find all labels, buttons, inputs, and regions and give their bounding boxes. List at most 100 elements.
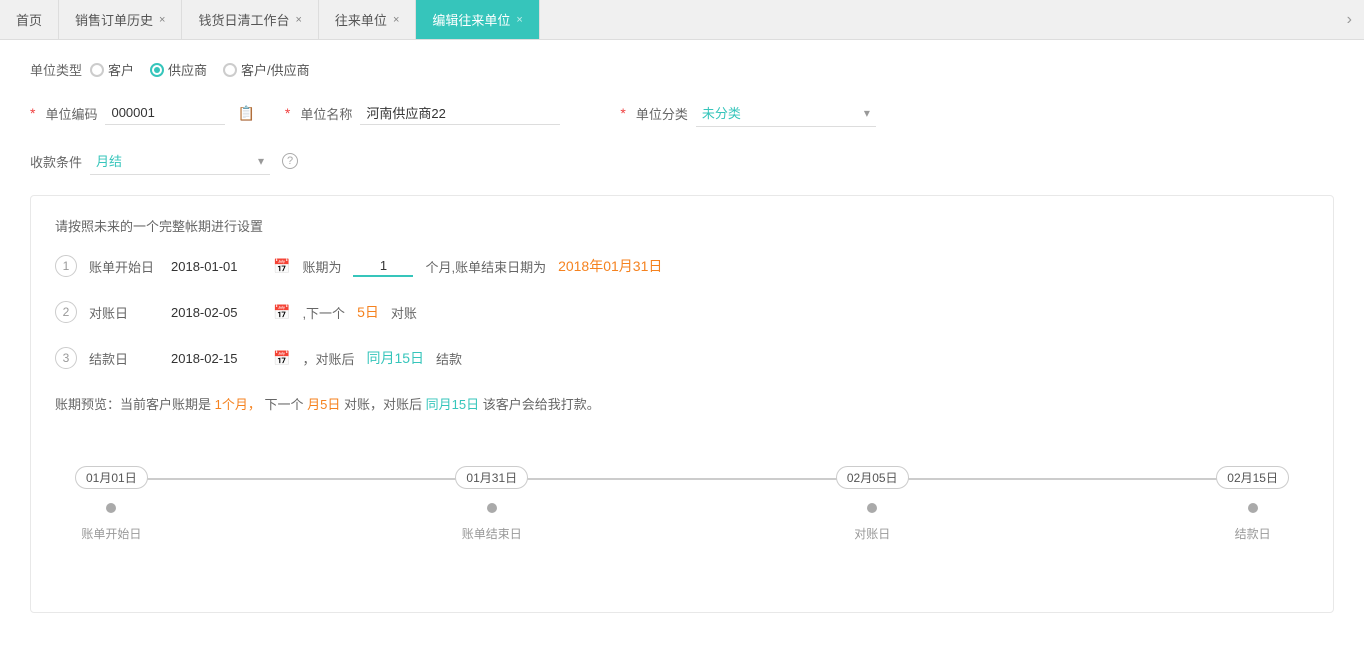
tab-edit-partner-close-icon[interactable]: × [516,14,522,26]
step-2-date: 2018-02-05 [171,305,261,320]
step-row-2: 2 对账日 2018-02-05 📅 ,下一个 5日 对账 [55,301,1309,323]
radio-both-label: 客户/供应商 [241,60,310,79]
tab-cash-work[interactable]: 钱货日清工作台 × [182,0,318,39]
name-field: * 单位名称 [285,101,560,125]
timeline-point-recon: 02月05日 对账日 [836,466,909,542]
step-1-date: 2018-01-01 [171,259,261,274]
step-1-period-prefix: 账期为 [302,257,341,276]
main-content: 单位类型 客户 供应商 客户/供应商 * 单位编码 [0,40,1364,653]
preview-month: 1个月， [215,397,261,412]
payment-dropdown-arrow-icon: ▾ [258,154,264,168]
step-3-date: 2018-02-15 [171,351,261,366]
timeline-point-start: 01月01日 账单开始日 [75,466,148,542]
timeline-tag-end: 01月31日 [455,466,528,489]
name-input[interactable] [360,101,560,125]
payment-row: 收款条件 月结 ▾ ? [30,147,1334,175]
step-3-num: 3 [55,347,77,369]
tab-cash-label: 钱货日清工作台 [198,10,289,29]
preview-prefix: 账期预览：当前客户账期是 [55,397,211,412]
timeline-tag-recon: 02月05日 [836,466,909,489]
payment-help-icon[interactable]: ? [282,153,298,169]
tab-sales-close-icon[interactable]: × [159,14,165,26]
step-1-label: 账单开始日 [89,257,159,276]
name-label: 单位名称 [300,104,352,123]
radio-both[interactable]: 客户/供应商 [223,60,310,79]
section-title: 请按照未来的一个完整帐期进行设置 [55,216,1309,235]
step-1-period-unit: 个月,账单结束日期为 [425,257,546,276]
category-field: * 单位分类 未分类 ▾ [620,99,875,127]
tab-sales-order-history[interactable]: 销售订单历史 × [59,0,182,39]
unit-type-row: 单位类型 客户 供应商 客户/供应商 [30,60,1334,79]
category-dropdown[interactable]: 未分类 ▾ [696,99,876,127]
tab-home-label: 首页 [16,10,42,29]
code-required-star: * [30,105,35,121]
step-3-highlight: 同月15日 [366,348,424,368]
code-label: 单位编码 [45,104,97,123]
step-1-num: 1 [55,255,77,277]
radio-supplier[interactable]: 供应商 [150,60,207,79]
timeline-tag-start: 01月01日 [75,466,148,489]
step-2-num: 2 [55,301,77,323]
timeline-dot-recon [867,503,877,513]
period-input[interactable] [353,256,413,277]
tab-partner[interactable]: 往来单位 × [319,0,416,39]
timeline-label-recon: 对账日 [854,525,890,542]
preview-row: 账期预览：当前客户账期是 1个月， 下一个 月5日 对账，对账后 同月15日 该… [55,393,1309,416]
tab-partner-close-icon[interactable]: × [393,14,399,26]
code-field: * 单位编码 📋 [30,101,255,125]
tab-edit-partner-label: 编辑往来单位 [432,10,510,29]
period-section: 请按照未来的一个完整帐期进行设置 1 账单开始日 2018-01-01 📅 账期… [30,195,1334,613]
step-2-highlight: 5日 [357,302,379,322]
timeline-dot-end [487,503,497,513]
cat-required-star: * [620,105,625,121]
timeline-tag-pay: 02月15日 [1216,466,1289,489]
step-row-1: 1 账单开始日 2018-01-01 📅 账期为 个月,账单结束日期为 2018… [55,255,1309,277]
unit-type-field: 单位类型 客户 供应商 客户/供应商 [30,60,310,79]
step-3-label: 结款日 [89,349,159,368]
payment-value: 月结 [96,151,252,170]
step-1-period-end: 2018年01月31日 [558,256,662,276]
category-label: 单位分类 [636,104,688,123]
timeline-point-pay: 02月15日 结款日 [1216,466,1289,542]
step-3-desc-prefix: ，对账后 [302,349,354,368]
radio-supplier-icon [150,63,164,77]
timeline-dot-pay [1248,503,1258,513]
payment-dropdown[interactable]: 月结 ▾ [90,147,270,175]
timeline-point-end: 01月31日 账单结束日 [455,466,528,542]
step-3-desc-suffix: 结款 [436,349,462,368]
payment-label: 收款条件 [30,152,82,171]
radio-both-icon [223,63,237,77]
unit-type-label: 单位类型 [30,60,82,79]
preview-pay: 同月15日 [426,397,479,412]
timeline-dot-start [106,503,116,513]
preview-suffix: 该客户会给我打款。 [483,397,600,412]
step-3-calendar-icon[interactable]: 📅 [273,350,290,367]
name-required-star: * [285,105,290,121]
step-1-calendar-icon[interactable]: 📅 [273,258,290,275]
timeline: 01月01日 账单开始日 01月31日 账单结束日 02月05日 对账日 02月… [55,436,1309,592]
tab-partner-label: 往来单位 [335,10,387,29]
radio-customer-label: 客户 [108,60,134,79]
preview-recon-suffix: 对账，对账后 [344,397,422,412]
timeline-label-start: 账单开始日 [81,525,141,542]
tab-edit-partner[interactable]: 编辑往来单位 × [416,0,539,39]
radio-customer-icon [90,63,104,77]
step-row-3: 3 结款日 2018-02-15 📅 ，对账后 同月15日 结款 [55,347,1309,369]
radio-supplier-label: 供应商 [168,60,207,79]
step-2-calendar-icon[interactable]: 📅 [273,304,290,321]
payment-field: 收款条件 月结 ▾ ? [30,147,298,175]
copy-icon[interactable]: 📋 [237,105,254,122]
code-input[interactable] [105,101,225,125]
step-2-desc-prefix: ,下一个 [302,303,345,322]
step-2-desc-suffix: 对账 [391,303,417,322]
timeline-label-end: 账单结束日 [462,525,522,542]
tab-home[interactable]: 首页 [0,0,59,39]
category-dropdown-arrow-icon: ▾ [864,106,870,120]
step-2-label: 对账日 [89,303,159,322]
radio-customer[interactable]: 客户 [90,60,134,79]
preview-recon-prefix: 下一个 [265,397,304,412]
code-name-category-row: * 单位编码 📋 * 单位名称 * 单位分类 未分类 ▾ [30,99,1334,127]
tab-more-icon[interactable]: › [1335,11,1364,29]
tab-cash-close-icon[interactable]: × [295,14,301,26]
timeline-label-pay: 结款日 [1235,525,1271,542]
